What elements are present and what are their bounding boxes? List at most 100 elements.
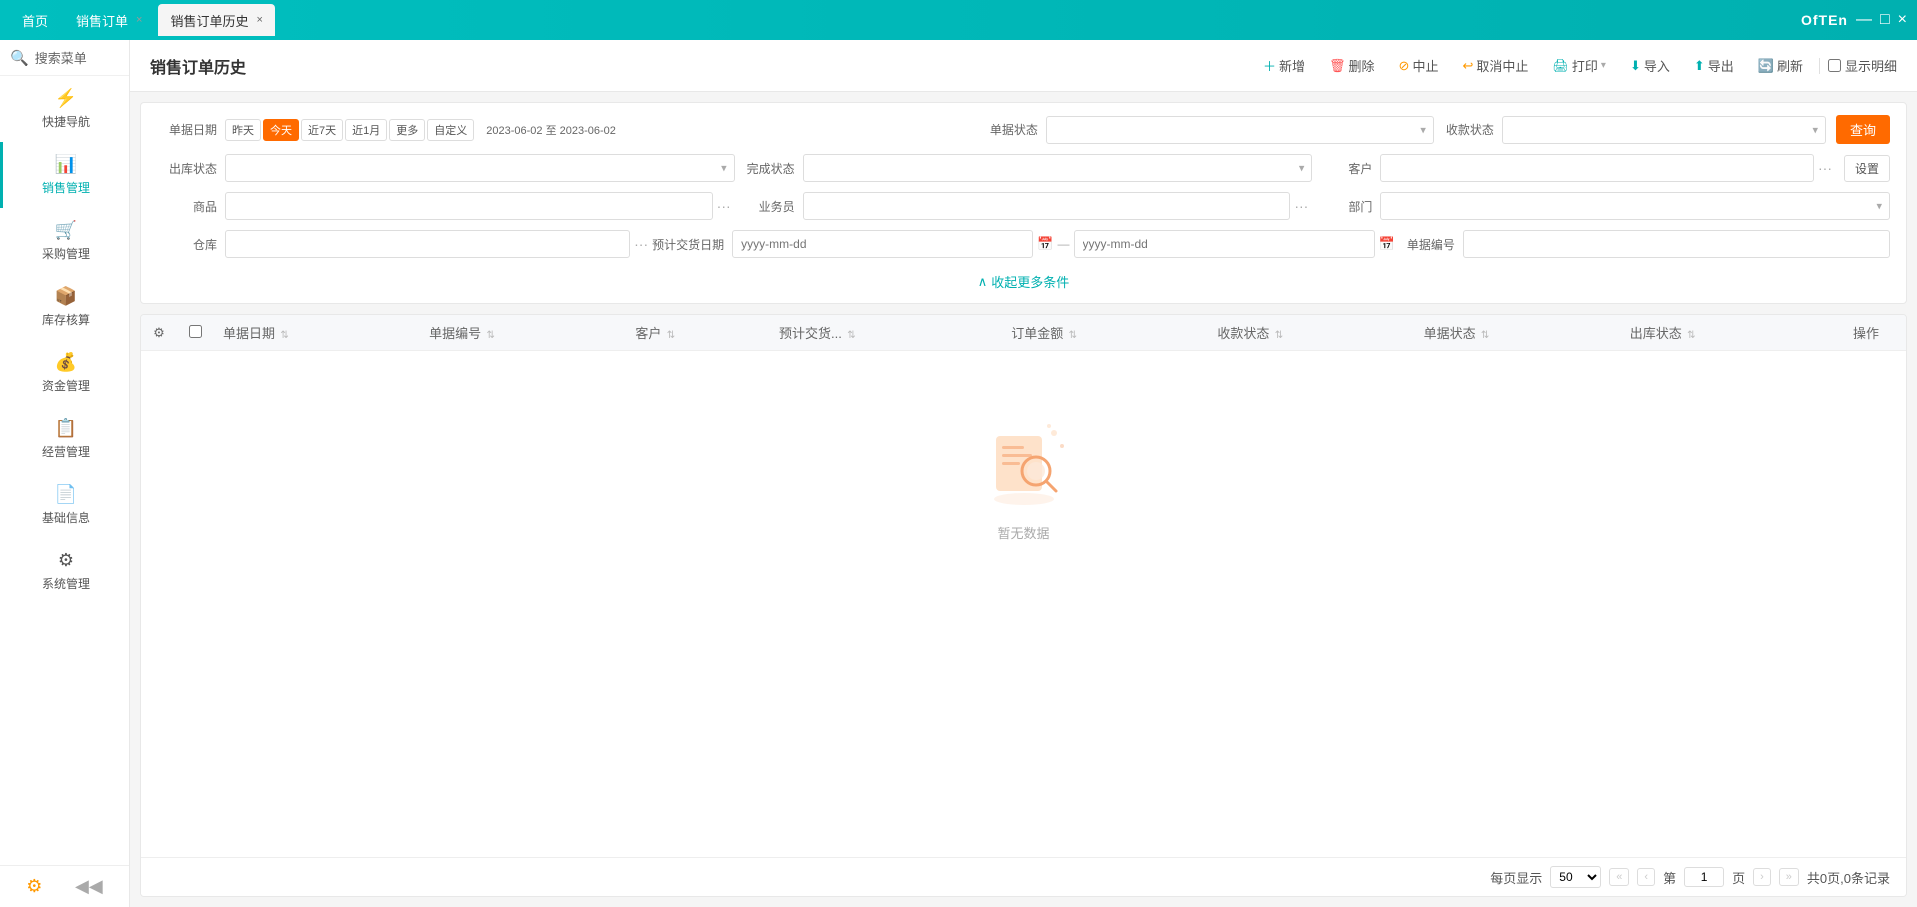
calendar-from-icon[interactable]: 📅 bbox=[1037, 236, 1053, 252]
print-dropdown-icon[interactable]: ▾ bbox=[1601, 60, 1606, 71]
goods-input[interactable] bbox=[225, 192, 713, 220]
maximize-button[interactable]: □ bbox=[1880, 11, 1890, 29]
sidebar-settings-icon[interactable]: ⚙ bbox=[26, 876, 42, 897]
warehouse-dots-button[interactable]: ··· bbox=[630, 236, 652, 252]
select-all-checkbox[interactable] bbox=[189, 325, 202, 338]
date-quick-today[interactable]: 今天 bbox=[263, 119, 299, 141]
sidebar-item-system[interactable]: ⚙ 系统管理 bbox=[0, 538, 129, 604]
customer-input[interactable] bbox=[1380, 154, 1814, 182]
delivery-date-from[interactable] bbox=[732, 230, 1033, 258]
table-wrapper: ⚙ 单据日期 ⇅ 单据编号 ⇅ bbox=[141, 315, 1906, 857]
tab-sales-order[interactable]: 销售订单 × bbox=[64, 4, 154, 36]
new-icon: ＋ bbox=[1263, 56, 1276, 75]
collapse-row[interactable]: ∧ 收起更多条件 bbox=[157, 268, 1890, 291]
page-size-select[interactable]: 10 20 50 100 bbox=[1550, 866, 1601, 888]
filter-salesperson-item: 业务员 ··· bbox=[735, 192, 1313, 220]
date-quick-custom[interactable]: 自定义 bbox=[427, 119, 474, 141]
print-icon: 🖨 bbox=[1552, 58, 1569, 74]
date-quick-last7[interactable]: 近7天 bbox=[301, 119, 343, 141]
cancel-suspend-button[interactable]: ↩ 取消中止 bbox=[1454, 52, 1536, 79]
next-page-button[interactable]: › bbox=[1753, 868, 1771, 886]
settings-gear[interactable]: ⚙ bbox=[151, 325, 167, 341]
empty-illustration bbox=[974, 411, 1074, 511]
suspend-button[interactable]: ⊘ 中止 bbox=[1391, 52, 1447, 79]
collection-status-select[interactable] bbox=[1502, 116, 1826, 144]
export-button[interactable]: ⬆ 导出 bbox=[1686, 52, 1742, 79]
sidebar-item-purchase-mgmt[interactable]: 🛒 采购管理 bbox=[0, 208, 129, 274]
doc-status-select[interactable] bbox=[1046, 116, 1434, 144]
toolbar: ＋ 新增 🗑 删除 ⊘ 中止 ↩ 取消中止 🖨 打印 bbox=[1255, 52, 1897, 79]
print-button[interactable]: 🖨 打印 ▾ bbox=[1544, 52, 1614, 79]
sort-customer-icon[interactable]: ⇅ bbox=[667, 330, 675, 341]
goods-dots-button[interactable]: ··· bbox=[713, 198, 735, 214]
total-label: 共0页,0条记录 bbox=[1807, 868, 1890, 887]
sort-date-icon[interactable]: ⇅ bbox=[280, 330, 288, 341]
first-page-button[interactable]: « bbox=[1609, 868, 1629, 886]
delivery-date-to[interactable] bbox=[1074, 230, 1375, 258]
calendar-to-icon[interactable]: 📅 bbox=[1379, 236, 1395, 252]
salesperson-input[interactable] bbox=[803, 192, 1291, 220]
minimize-button[interactable]: — bbox=[1856, 11, 1872, 29]
sort-out-status-icon[interactable]: ⇅ bbox=[1687, 330, 1695, 341]
filter-doc-status-item: 单据状态 bbox=[978, 116, 1434, 144]
tab-home-label: 首页 bbox=[22, 11, 48, 30]
date-quick-last1m[interactable]: 近1月 bbox=[345, 119, 387, 141]
complete-status-label: 完成状态 bbox=[735, 160, 795, 177]
col-date: 单据日期 ⇅ bbox=[213, 315, 419, 351]
delete-button[interactable]: 🗑 删除 bbox=[1321, 52, 1383, 79]
warehouse-input[interactable] bbox=[225, 230, 630, 258]
suspend-icon: ⊘ bbox=[1399, 58, 1410, 74]
complete-status-select[interactable] bbox=[803, 154, 1313, 182]
date-quick-more[interactable]: 更多 bbox=[389, 119, 425, 141]
toolbar-divider bbox=[1819, 58, 1820, 74]
tab-home[interactable]: 首页 bbox=[10, 4, 60, 36]
tab-sales-order-history-close[interactable]: × bbox=[256, 14, 262, 26]
sidebar-item-basic-info[interactable]: 📄 基础信息 bbox=[0, 472, 129, 538]
filter-row-2: 出库状态 完成状态 客户 bbox=[157, 154, 1890, 182]
query-button[interactable]: 查询 bbox=[1836, 115, 1890, 144]
col-expected-delivery-label: 预计交货... bbox=[779, 326, 842, 341]
tab-sales-order-history[interactable]: 销售订单历史 × bbox=[158, 4, 274, 36]
tab-sales-order-history-label: 销售订单历史 bbox=[170, 11, 248, 30]
date-control: 昨天 今天 近7天 近1月 更多 自定义 2023-06-02 至 2023-0… bbox=[225, 119, 978, 141]
date-quick-yesterday[interactable]: 昨天 bbox=[225, 119, 261, 141]
department-select[interactable] bbox=[1380, 192, 1890, 220]
doc-number-input[interactable] bbox=[1463, 230, 1890, 258]
sidebar-item-finance[interactable]: 💰 资金管理 bbox=[0, 340, 129, 406]
sidebar-item-inventory[interactable]: 📦 库存核算 bbox=[0, 274, 129, 340]
sort-doc-status-icon[interactable]: ⇅ bbox=[1481, 330, 1489, 341]
salesperson-dots-button[interactable]: ··· bbox=[1290, 198, 1312, 214]
customer-label: 客户 bbox=[1312, 160, 1372, 177]
filter-goods-item: 商品 ··· bbox=[157, 192, 735, 220]
page-input[interactable] bbox=[1684, 867, 1724, 887]
sort-delivery-icon[interactable]: ⇅ bbox=[847, 330, 855, 341]
empty-text: 暂无数据 bbox=[997, 523, 1049, 542]
date-label: 单据日期 bbox=[157, 121, 217, 138]
prev-page-button[interactable]: ‹ bbox=[1637, 868, 1655, 886]
sidebar-collapse-icon[interactable]: ◀◀ bbox=[75, 876, 103, 897]
sidebar-item-sales-mgmt[interactable]: 📊 销售管理 bbox=[0, 142, 129, 208]
sidebar-item-operations[interactable]: 📋 经营管理 bbox=[0, 406, 129, 472]
close-window-button[interactable]: × bbox=[1898, 11, 1907, 29]
tab-sales-order-close[interactable]: × bbox=[136, 14, 142, 26]
sort-collection-icon[interactable]: ⇅ bbox=[1275, 330, 1283, 341]
import-button[interactable]: ⬇ 导入 bbox=[1622, 52, 1678, 79]
sidebar-search[interactable]: 🔍 搜索菜单 bbox=[0, 40, 129, 76]
display-detail-checkbox[interactable] bbox=[1828, 59, 1841, 72]
table-header-row: ⚙ 单据日期 ⇅ 单据编号 ⇅ bbox=[141, 315, 1906, 351]
sort-amount-icon[interactable]: ⇅ bbox=[1069, 330, 1077, 341]
collection-status-control bbox=[1502, 116, 1826, 144]
new-button[interactable]: ＋ 新增 bbox=[1255, 52, 1313, 79]
delete-icon: 🗑 bbox=[1329, 58, 1346, 74]
complete-status-control bbox=[803, 154, 1313, 182]
sort-number-icon[interactable]: ⇅ bbox=[487, 330, 495, 341]
sidebar-item-quick-nav[interactable]: ⚡ 快捷导航 bbox=[0, 76, 129, 142]
out-status-select[interactable] bbox=[225, 154, 735, 182]
department-label: 部门 bbox=[1312, 198, 1372, 215]
display-detail-label: 显示明细 bbox=[1845, 56, 1897, 75]
settings-btn-wrap: 设置 bbox=[1844, 155, 1890, 182]
refresh-button[interactable]: 🔄 刷新 bbox=[1750, 52, 1811, 79]
last-page-button[interactable]: » bbox=[1779, 868, 1799, 886]
filter-settings-button[interactable]: 设置 bbox=[1844, 155, 1890, 182]
customer-dots-button[interactable]: ··· bbox=[1814, 160, 1836, 176]
